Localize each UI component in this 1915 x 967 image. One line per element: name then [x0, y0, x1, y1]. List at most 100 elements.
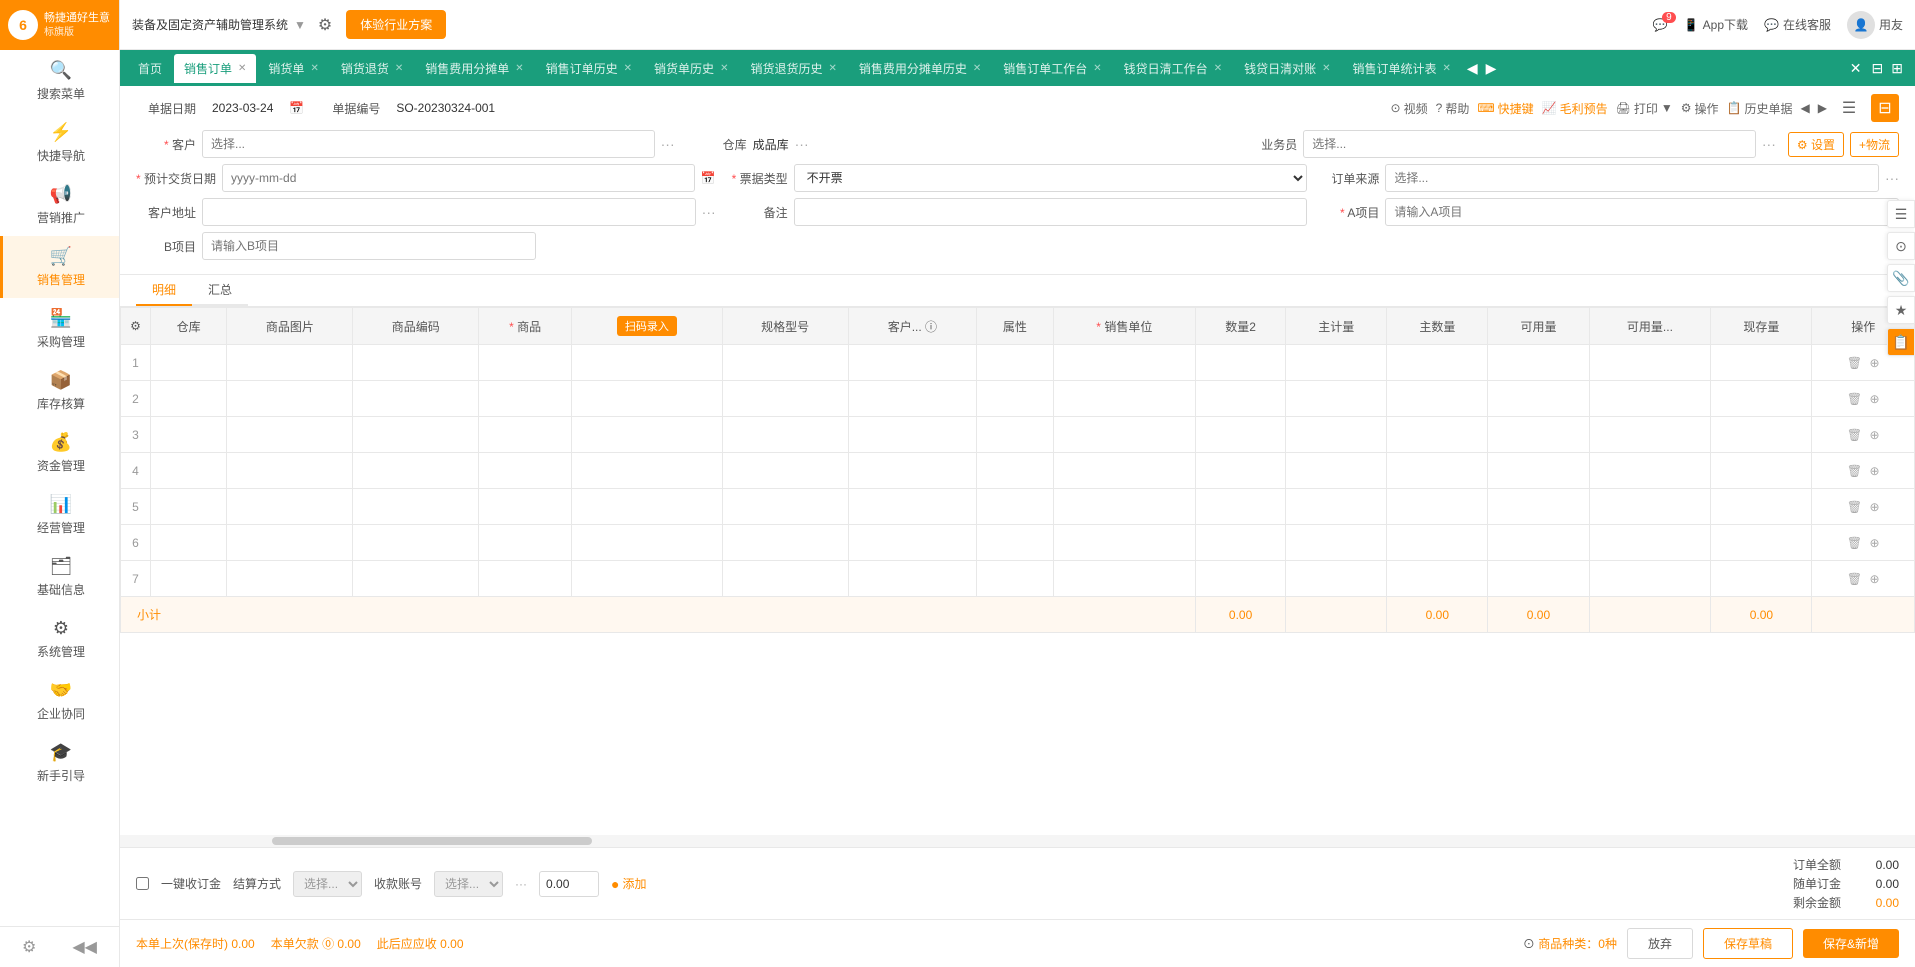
- a-project-input[interactable]: [1385, 198, 1899, 226]
- footer-dots[interactable]: ···: [515, 877, 527, 891]
- customer-more-btn[interactable]: ···: [661, 136, 675, 152]
- b-project-input[interactable]: [202, 232, 536, 260]
- topbar-gear-btn[interactable]: ⚙: [318, 15, 332, 35]
- tab-close-sales-return[interactable]: ✕: [395, 63, 403, 74]
- row-4-copy-btn[interactable]: ⊕: [1869, 464, 1879, 478]
- save-new-btn[interactable]: 保存&新增: [1803, 929, 1899, 958]
- row-1-main-qty[interactable]: [1387, 345, 1488, 381]
- tab-close-return-history[interactable]: ✕: [828, 63, 836, 74]
- tab-return-history[interactable]: 销货退货历史 ✕: [740, 54, 846, 83]
- discard-btn[interactable]: 放弃: [1627, 928, 1693, 959]
- order-source-more-btn[interactable]: ···: [1885, 170, 1899, 186]
- tab-close-sales-bill-history[interactable]: ✕: [720, 63, 728, 74]
- calendar-icon[interactable]: 📅: [289, 101, 304, 115]
- staff-more-btn[interactable]: ···: [1762, 136, 1776, 152]
- footer-amount-input[interactable]: [539, 871, 599, 897]
- next-record-btn[interactable]: ▶: [1818, 101, 1827, 115]
- row-1-delete-btn[interactable]: 🗑: [1847, 356, 1862, 370]
- tab-loan-reconcile[interactable]: 钱贷日清对账 ✕: [1234, 54, 1340, 83]
- add-material-btn[interactable]: +物流: [1850, 132, 1899, 157]
- row-6-delete-btn[interactable]: 🗑: [1847, 536, 1862, 550]
- address-more-btn[interactable]: ···: [702, 204, 716, 220]
- row-4-delete-btn[interactable]: 🗑: [1847, 464, 1862, 478]
- view-link[interactable]: ⊙ 视频: [1391, 100, 1428, 117]
- settings-btn[interactable]: ⚙ 设置: [1788, 132, 1844, 157]
- row-6-copy-btn[interactable]: ⊕: [1869, 536, 1879, 550]
- row-1-qty2[interactable]: [1196, 345, 1286, 381]
- profit-link[interactable]: 📈 毛利预告: [1542, 100, 1608, 117]
- col-settings[interactable]: ⚙: [121, 308, 151, 345]
- tab-close-loan-reconcile[interactable]: ✕: [1322, 63, 1330, 74]
- row-7-copy-btn[interactable]: ⊕: [1869, 572, 1879, 586]
- row-7-delete-btn[interactable]: 🗑: [1847, 572, 1862, 586]
- tab-close-sales-order-history[interactable]: ✕: [624, 63, 632, 74]
- sidebar-item-quicknav[interactable]: ⚡ 快捷导航: [0, 112, 119, 174]
- tab-close-sales-expense[interactable]: ✕: [515, 63, 523, 74]
- scroll-indicator[interactable]: [120, 835, 1915, 847]
- row-1-code[interactable]: [353, 345, 479, 381]
- list-view-btn[interactable]: ☰: [1835, 94, 1863, 122]
- tab-close-loan-workbench[interactable]: ✕: [1214, 63, 1222, 74]
- warehouse-more-btn[interactable]: ···: [795, 136, 809, 152]
- row-3-copy-btn[interactable]: ⊕: [1869, 428, 1879, 442]
- footer-add-btn[interactable]: ● 添加: [611, 875, 646, 892]
- invoice-select[interactable]: 不开票: [794, 164, 1308, 192]
- help-link[interactable]: ? 帮助: [1436, 100, 1470, 117]
- auto-settle-checkbox[interactable]: [136, 877, 149, 890]
- user-menu[interactable]: 👤 用友: [1847, 11, 1903, 39]
- print-link[interactable]: 🖨 打印 ▼: [1616, 100, 1673, 117]
- row-3-delete-btn[interactable]: 🗑: [1847, 428, 1862, 442]
- tab-sales-bill[interactable]: 销货单 ✕: [258, 54, 328, 83]
- tab-more-btn[interactable]: ✕: [1846, 60, 1866, 77]
- inner-tab-summary[interactable]: 汇总: [192, 275, 248, 306]
- save-draft-btn[interactable]: 保存草稿: [1703, 928, 1793, 959]
- row-1-product[interactable]: [479, 345, 572, 381]
- app-title-dropdown[interactable]: ▼: [294, 18, 306, 32]
- float-btn-2[interactable]: ⊙: [1887, 232, 1915, 260]
- tab-order-workbench[interactable]: 销售订单工作台 ✕: [993, 54, 1111, 83]
- tab-close-expense-history[interactable]: ✕: [973, 63, 981, 74]
- row-1-copy-btn[interactable]: ⊕: [1869, 356, 1879, 370]
- sidebar-item-sales[interactable]: 🛒 销售管理: [0, 236, 119, 298]
- tab-sales-return[interactable]: 销货退货 ✕: [331, 54, 413, 83]
- sidebar-item-search[interactable]: 🔍 搜索菜单: [0, 50, 119, 112]
- float-btn-4[interactable]: ★: [1887, 296, 1915, 324]
- sidebar-item-inventory[interactable]: 📦 库存核算: [0, 360, 119, 422]
- tab-sales-order[interactable]: 销售订单 ✕: [174, 54, 256, 83]
- order-source-input[interactable]: [1385, 164, 1879, 192]
- customer-input[interactable]: [202, 130, 655, 158]
- sidebar-item-collab[interactable]: 🤝 企业协同: [0, 670, 119, 732]
- tab-close-sales-bill[interactable]: ✕: [310, 63, 318, 74]
- sidebar-item-finance[interactable]: 💰 资金管理: [0, 422, 119, 484]
- row-5-copy-btn[interactable]: ⊕: [1869, 500, 1879, 514]
- row-1-spec[interactable]: [722, 345, 848, 381]
- scroll-thumb[interactable]: [272, 837, 592, 845]
- tab-prev-btn[interactable]: ◀: [1463, 60, 1482, 77]
- address-input[interactable]: [202, 198, 696, 226]
- float-btn-5[interactable]: 📋: [1887, 328, 1915, 356]
- sidebar-collapse-btn[interactable]: ◀◀: [72, 937, 97, 957]
- sidebar-item-operation[interactable]: 📊 经营管理: [0, 484, 119, 546]
- history-link[interactable]: 📋 历史单据: [1727, 100, 1793, 117]
- industry-btn[interactable]: 体验行业方案: [346, 10, 446, 39]
- tab-close-order-workbench[interactable]: ✕: [1093, 63, 1101, 74]
- remark-input[interactable]: [794, 198, 1308, 226]
- shortcut-link[interactable]: ⌨ 快捷键: [1477, 100, 1533, 117]
- tab-sales-expense[interactable]: 销售费用分摊单 ✕: [415, 54, 533, 83]
- tab-close-sales-order[interactable]: ✕: [238, 63, 246, 74]
- tab-sales-bill-history[interactable]: 销货单历史 ✕: [644, 54, 738, 83]
- sidebar-settings-btn[interactable]: ⚙: [22, 937, 36, 957]
- sidebar-item-system[interactable]: ⚙ 系统管理: [0, 608, 119, 670]
- prev-record-btn[interactable]: ◀: [1801, 101, 1810, 115]
- col-scan[interactable]: 扫码录入: [572, 308, 723, 345]
- tab-sales-order-history[interactable]: 销售订单历史 ✕: [536, 54, 642, 83]
- card-view-btn[interactable]: ⊟: [1871, 94, 1899, 122]
- operate-link[interactable]: ⚙ 操作: [1681, 100, 1719, 117]
- row-2-copy-btn[interactable]: ⊕: [1869, 392, 1879, 406]
- row-1-warehouse[interactable]: [151, 345, 227, 381]
- sidebar-item-marketing[interactable]: 📢 营销推广: [0, 174, 119, 236]
- tab-expand-btn[interactable]: ⊟: [1868, 60, 1888, 77]
- sidebar-item-guide[interactable]: 🎓 新手引导: [0, 732, 119, 794]
- messages-btn[interactable]: 💬 9: [1653, 18, 1668, 32]
- float-btn-3[interactable]: 📎: [1887, 264, 1915, 292]
